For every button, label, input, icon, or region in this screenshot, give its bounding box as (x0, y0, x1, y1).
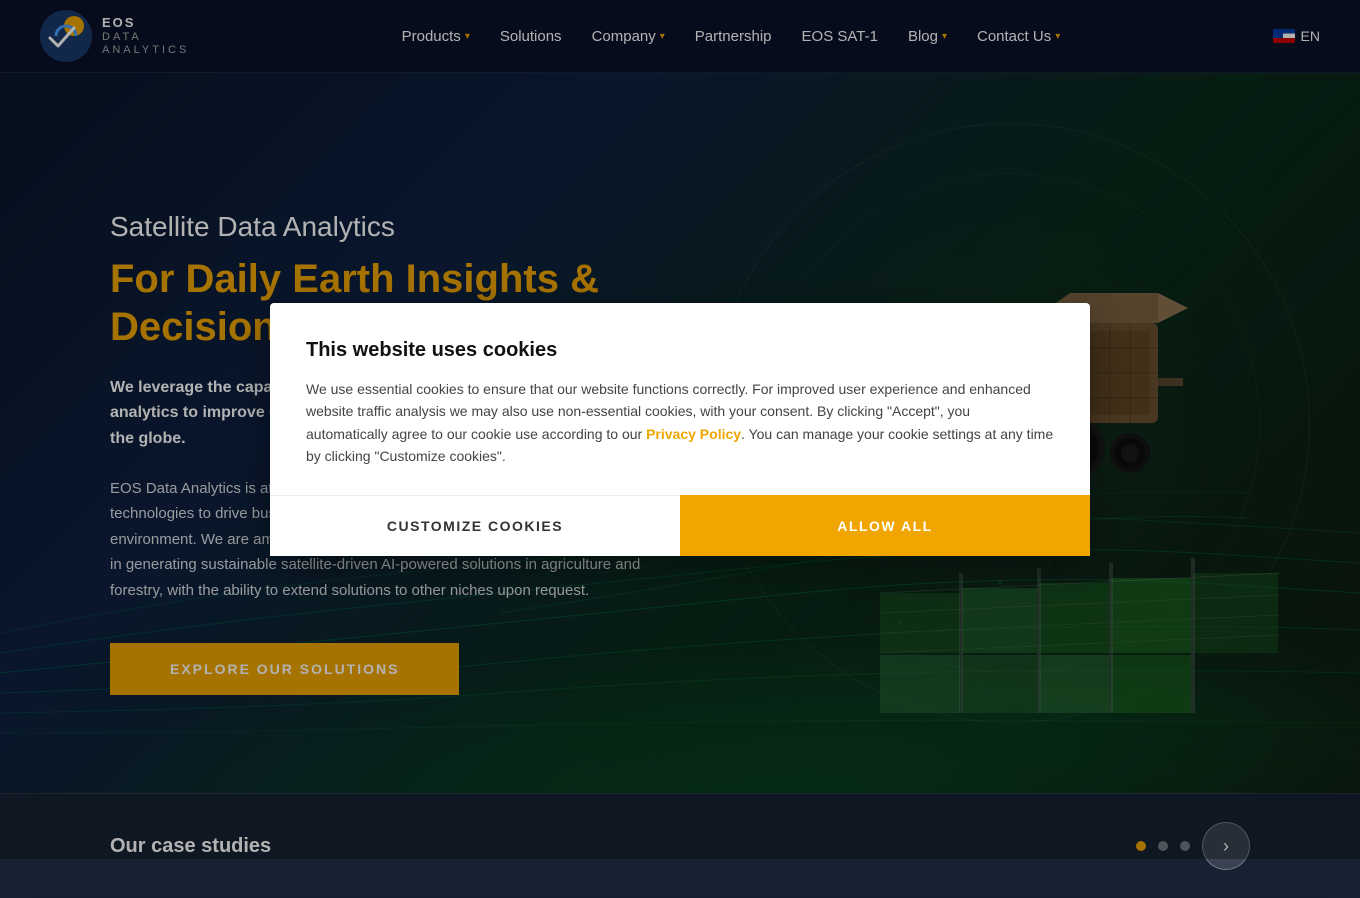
cookie-overlay: This website uses cookies We use essenti… (0, 0, 1360, 859)
privacy-policy-link[interactable]: Privacy Policy (646, 426, 741, 442)
cookie-banner: This website uses cookies We use essenti… (270, 303, 1090, 557)
customize-cookies-button[interactable]: CUSTOMIZE COOKIES (270, 495, 680, 556)
cookie-title: This website uses cookies (306, 339, 1054, 362)
cookie-buttons: CUSTOMIZE COOKIES ALLOW ALL (270, 495, 1090, 556)
cookie-text: We use essential cookies to ensure that … (306, 378, 1054, 468)
allow-all-button[interactable]: ALLOW ALL (680, 495, 1090, 556)
